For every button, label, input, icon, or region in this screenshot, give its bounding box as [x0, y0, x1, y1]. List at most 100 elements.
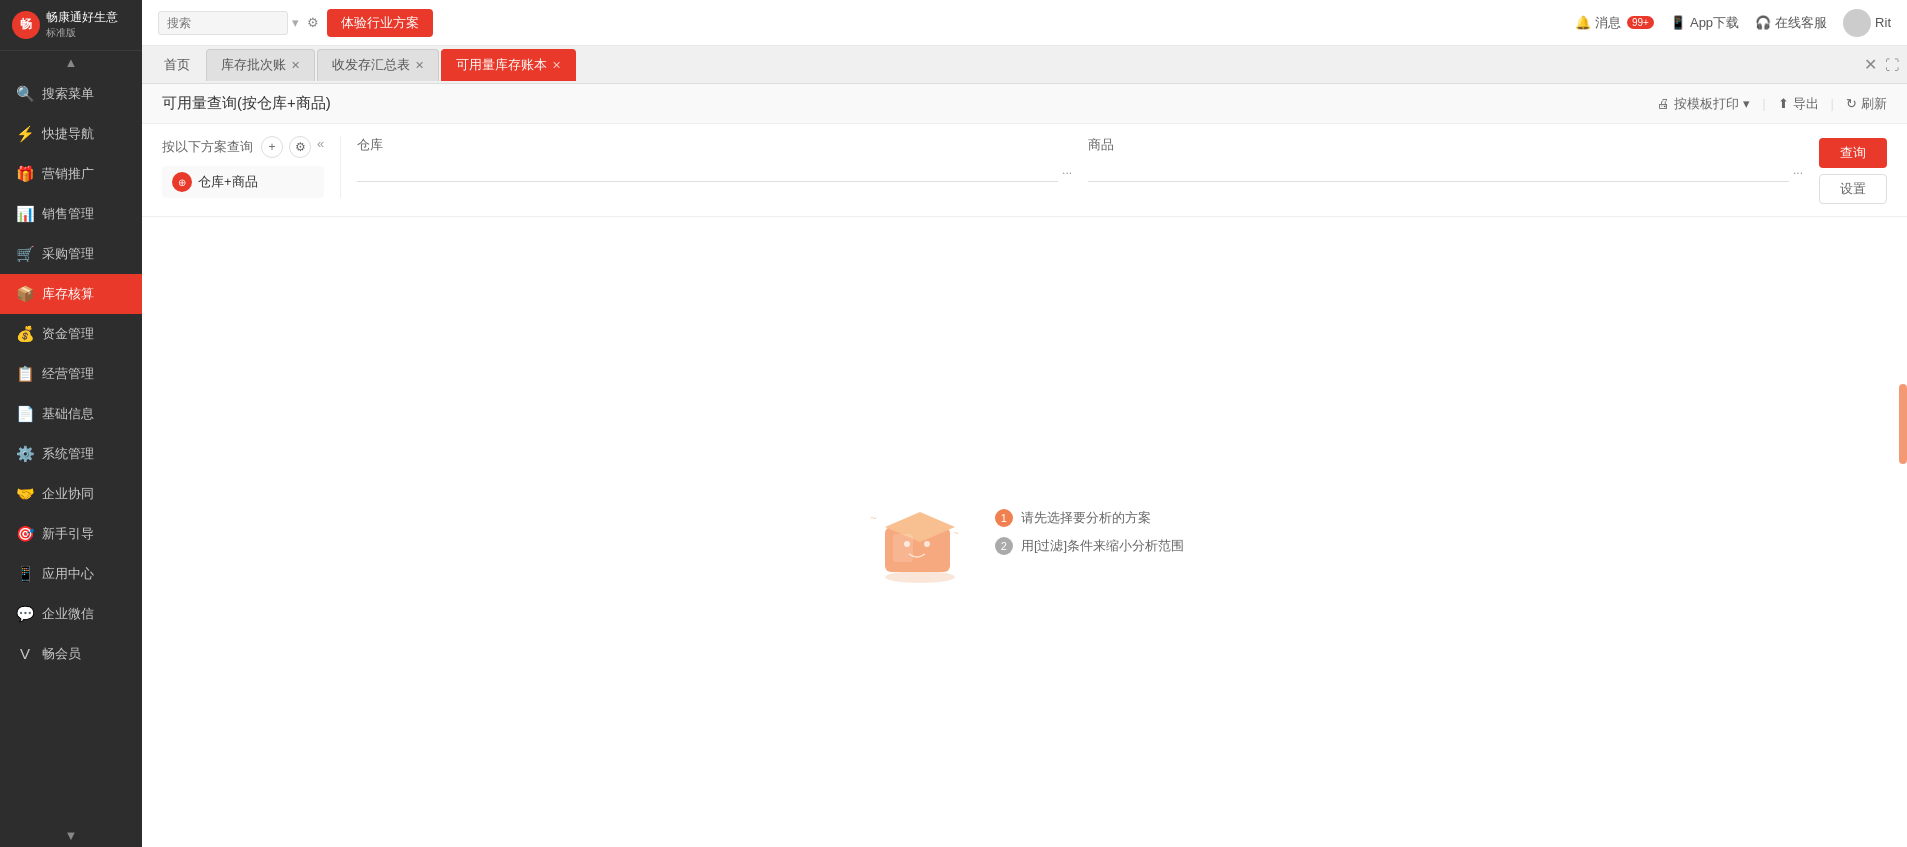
warehouse-more-btn[interactable]: ...	[1062, 163, 1072, 177]
sidebar-item-basic-info[interactable]: 📄 基础信息	[0, 394, 142, 434]
tab-home[interactable]: 首页	[150, 49, 204, 81]
cart-icon: 🛒	[16, 245, 34, 263]
money-icon: 💰	[16, 325, 34, 343]
sidebar-item-purchase[interactable]: 🛒 采购管理	[0, 234, 142, 274]
sidebar-item-system[interactable]: ⚙️ 系统管理	[0, 434, 142, 474]
page-title: 可用量查询(按仓库+商品)	[162, 94, 331, 113]
hint-2: 2 用[过滤]条件来缩小分析范围	[995, 537, 1184, 555]
tabs-end-actions: ✕ ⛶	[1864, 55, 1899, 74]
print-icon: 🖨	[1657, 96, 1670, 111]
expand-tab-btn[interactable]: ⛶	[1885, 57, 1899, 73]
filter-scheme-actions: + ⚙ «	[261, 136, 324, 158]
sidebar-item-operations[interactable]: 📋 经营管理	[0, 354, 142, 394]
tab-receive-summary[interactable]: 收发存汇总表 ✕	[317, 49, 439, 81]
export-btn[interactable]: ⬆ 导出	[1778, 95, 1819, 113]
sidebar-item-wechat[interactable]: 💬 企业微信	[0, 594, 142, 634]
user-avatar[interactable]: Rit	[1843, 9, 1891, 37]
product-input[interactable]	[1088, 158, 1789, 182]
vip-icon: V	[16, 645, 34, 662]
sidebar-item-label: 资金管理	[42, 325, 94, 343]
sidebar-item-sales[interactable]: 📊 销售管理	[0, 194, 142, 234]
sidebar-item-new-guide[interactable]: 🎯 新手引导	[0, 514, 142, 554]
scrollbar-handle[interactable]	[1899, 384, 1907, 464]
sidebar-item-app-center[interactable]: 📱 应用中心	[0, 554, 142, 594]
logo-edition: 标准版	[46, 26, 118, 40]
sidebar-item-label: 搜索菜单	[42, 85, 94, 103]
collapse-btn[interactable]: «	[317, 136, 324, 158]
svg-point-0	[885, 571, 955, 583]
search-area: ▾	[158, 11, 299, 35]
gift-icon: 🎁	[16, 165, 34, 183]
sidebar-item-shortcut[interactable]: ⚡ 快捷导航	[0, 114, 142, 154]
sidebar-item-label: 企业协同	[42, 485, 94, 503]
empty-svg: ~ ~	[865, 482, 975, 592]
filter-scheme-label: 按以下方案查询 + ⚙ «	[162, 136, 324, 158]
message-label: 消息	[1595, 14, 1621, 32]
query-btn[interactable]: 查询	[1819, 138, 1887, 168]
chevron-down-icon: ▾	[1743, 96, 1750, 111]
message-btn[interactable]: 🔔 消息 99+	[1575, 14, 1654, 32]
setting-btn[interactable]: 设置	[1819, 174, 1887, 204]
separator: |	[1831, 96, 1834, 111]
filter-fields: 仓库 ... 商品 ...	[357, 136, 1803, 182]
tab-home-label: 首页	[164, 56, 190, 74]
main-area: ▾ ⚙ 体验行业方案 🔔 消息 99+ 📱 App下载 🎧 在线客服 Rit	[142, 0, 1907, 847]
hint-num-1: 1	[995, 509, 1013, 527]
sidebar-item-search[interactable]: 🔍 搜索菜单	[0, 74, 142, 114]
product-more-btn[interactable]: ...	[1793, 163, 1803, 177]
dropdown-icon[interactable]: ▾	[292, 15, 299, 30]
headset-icon: 🎧	[1755, 15, 1771, 30]
scroll-up-btn[interactable]: ▲	[0, 51, 142, 74]
product-input-row: ...	[1088, 158, 1803, 182]
product-filter: 商品 ...	[1088, 136, 1803, 182]
sidebar-item-label: 应用中心	[42, 565, 94, 583]
scheme-label: 仓库+商品	[198, 173, 258, 191]
bell-icon: 🔔	[1575, 15, 1591, 30]
sidebar-item-label: 企业微信	[42, 605, 94, 623]
tab-available-qty[interactable]: 可用量库存账本 ✕	[441, 49, 576, 81]
sidebar-item-marketing[interactable]: 🎁 营销推广	[0, 154, 142, 194]
tab-close-icon[interactable]: ✕	[552, 59, 561, 72]
customer-service-btn[interactable]: 🎧 在线客服	[1755, 14, 1827, 32]
industry-btn[interactable]: 体验行业方案	[327, 9, 433, 37]
wechat-icon: 💬	[16, 605, 34, 623]
avatar-img	[1843, 9, 1871, 37]
logo-icon: 畅	[12, 11, 40, 39]
sidebar-item-inventory[interactable]: 📦 库存核算	[0, 274, 142, 314]
filter-scheme-panel: 按以下方案查询 + ⚙ « ⊕ 仓库+商品	[162, 136, 341, 198]
settings-icon[interactable]: ⚙	[307, 15, 319, 30]
sidebar-item-label: 营销推广	[42, 165, 94, 183]
product-label: 商品	[1088, 136, 1803, 154]
sidebar-header: 畅 畅康通好生意 标准版	[0, 0, 142, 51]
refresh-btn[interactable]: ↻ 刷新	[1846, 95, 1887, 113]
tab-close-icon[interactable]: ✕	[291, 59, 300, 72]
sidebar-item-membership[interactable]: V 畅会员	[0, 634, 142, 674]
add-scheme-btn[interactable]: +	[261, 136, 283, 158]
mobile-icon: 📱	[1670, 15, 1686, 30]
tab-label: 库存批次账	[221, 56, 286, 74]
page-content: 可用量查询(按仓库+商品) 🖨 按模板打印 ▾ | ⬆ 导出 | ↻ 刷新	[142, 84, 1907, 847]
search-input[interactable]	[158, 11, 288, 35]
sidebar-item-label: 采购管理	[42, 245, 94, 263]
svg-text:~: ~	[953, 528, 959, 539]
close-tab-btn[interactable]: ✕	[1864, 55, 1877, 74]
scheme-settings-btn[interactable]: ⚙	[289, 136, 311, 158]
guide-icon: 🎯	[16, 525, 34, 543]
sidebar-item-enterprise[interactable]: 🤝 企业协同	[0, 474, 142, 514]
warehouse-input[interactable]	[357, 158, 1058, 182]
scheme-item-warehouse-product[interactable]: ⊕ 仓库+商品	[162, 166, 324, 198]
print-btn[interactable]: 🖨 按模板打印 ▾	[1657, 95, 1750, 113]
logo-name: 畅康通好生意	[46, 10, 118, 26]
chart-icon: 📊	[16, 205, 34, 223]
sidebar-item-label: 基础信息	[42, 405, 94, 423]
header-actions: 🖨 按模板打印 ▾ | ⬆ 导出 | ↻ 刷新	[1657, 95, 1887, 113]
scroll-down-btn[interactable]: ▼	[0, 824, 142, 847]
tab-batch-account[interactable]: 库存批次账 ✕	[206, 49, 315, 81]
app-download-btn[interactable]: 📱 App下载	[1670, 14, 1739, 32]
sidebar-item-label: 系统管理	[42, 445, 94, 463]
filter-area: 按以下方案查询 + ⚙ « ⊕ 仓库+商品 仓库	[142, 124, 1907, 217]
sidebar-nav: 🔍 搜索菜单 ⚡ 快捷导航 🎁 营销推广 📊 销售管理 🛒 采购管理 📦 库存核…	[0, 74, 142, 824]
sidebar-item-finance[interactable]: 💰 资金管理	[0, 314, 142, 354]
page-header: 可用量查询(按仓库+商品) 🖨 按模板打印 ▾ | ⬆ 导出 | ↻ 刷新	[142, 84, 1907, 124]
tab-close-icon[interactable]: ✕	[415, 59, 424, 72]
